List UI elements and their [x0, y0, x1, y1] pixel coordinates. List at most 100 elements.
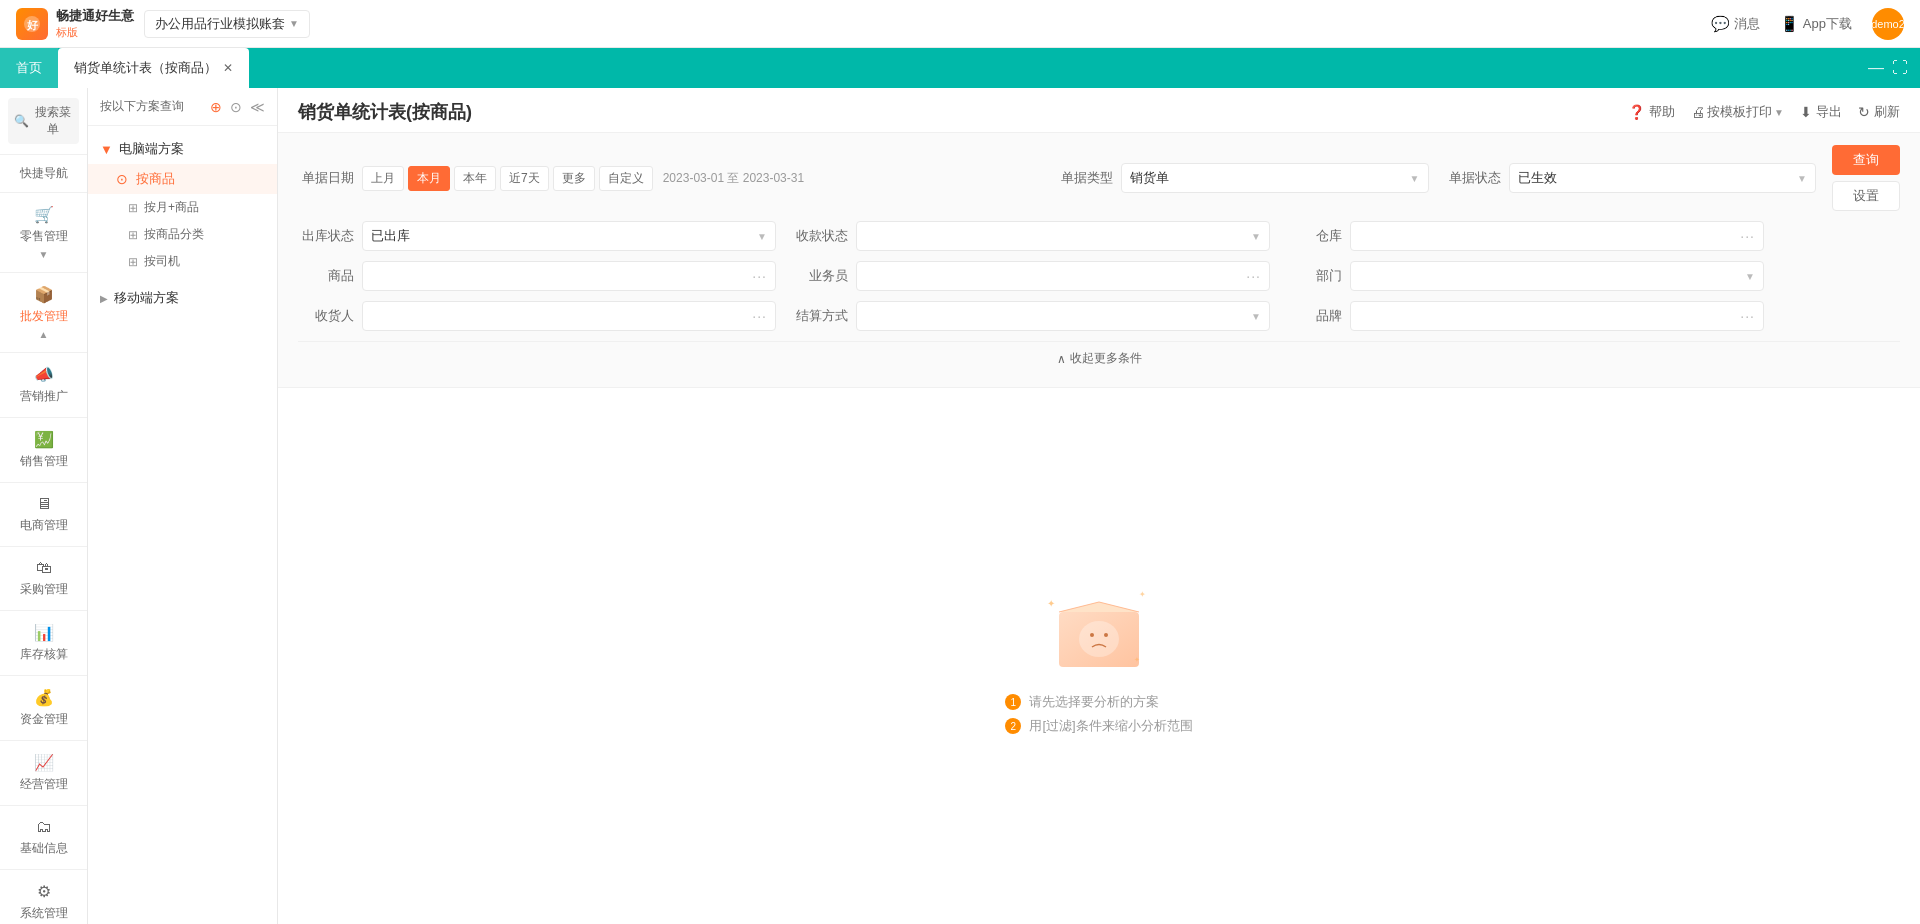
mobile-icon: 📱: [1780, 15, 1799, 33]
date-label: 单据日期: [298, 169, 354, 187]
doc-status-label: 单据状态: [1445, 169, 1501, 187]
marketing-icon: 📣: [34, 365, 54, 384]
btn-this-month[interactable]: 本月: [408, 166, 450, 191]
doc-type-input[interactable]: 销货单 ▼: [1121, 163, 1429, 193]
settlement-label: 结算方式: [792, 307, 848, 325]
maximize-icon[interactable]: ⛶: [1892, 59, 1908, 77]
svg-text:✦: ✦: [1139, 590, 1146, 599]
sidebar-item-system[interactable]: ⚙ 系统管理: [0, 870, 87, 924]
main-content: 销货单统计表(按商品) ❓ 帮助 🖨 按模板打印 ▼ ⬇ 导出: [278, 88, 1920, 924]
search-icon: 🔍: [14, 114, 29, 128]
dept-input[interactable]: ▼: [1350, 261, 1764, 291]
app-download-action[interactable]: 📱 App下载: [1780, 15, 1852, 33]
filter-panel: 按以下方案查询 ⊕ ⊙ ≪ ▼ 电脑端方案 ⊙ 按商品 ⊞ 按月+: [88, 88, 278, 924]
salesperson-input[interactable]: ···: [856, 261, 1270, 291]
sidebar-search: 🔍 搜索菜单: [0, 88, 87, 155]
filter-panel-actions: ⊕ ⊙ ≪: [210, 99, 265, 115]
message-action[interactable]: 💬 消息: [1711, 15, 1760, 33]
sidebar-item-finance[interactable]: 💰 资金管理: [0, 676, 87, 741]
tab-bar: 首页 销货单统计表（按商品） ✕ — ⛶: [0, 48, 1920, 88]
empty-steps: 1 请先选择要分析的方案 2 用[过滤]条件来缩小分析范围: [1005, 693, 1192, 735]
sidebar-item-inventory[interactable]: 📊 库存核算: [0, 611, 87, 676]
date-quick-buttons: 上月 本月 本年 近7天 更多 自定义: [362, 166, 653, 191]
sidebar-item-basic[interactable]: 🗂 基础信息: [0, 806, 87, 870]
out-status-input[interactable]: 已出库 ▼: [362, 221, 776, 251]
filter-by-month-product[interactable]: ⊞ 按月+商品: [88, 194, 277, 221]
date-range: 2023-03-01 至 2023-03-31: [663, 170, 804, 187]
mobile-section[interactable]: ▶ 移动端方案: [88, 283, 277, 313]
brand-input[interactable]: ···: [1350, 301, 1764, 331]
settings-button[interactable]: 设置: [1832, 181, 1900, 211]
salesperson-field: 业务员 ···: [792, 261, 1270, 291]
doc-status-dropdown-icon: ▼: [1797, 173, 1807, 184]
btn-custom[interactable]: 自定义: [599, 166, 653, 191]
filter-by-category[interactable]: ⊞ 按商品分类: [88, 221, 277, 248]
close-tab-icon[interactable]: ✕: [223, 61, 233, 75]
btn-more[interactable]: 更多: [553, 166, 595, 191]
sidebar-shortcut[interactable]: 快捷导航: [0, 155, 87, 193]
dept-field: 部门 ▼: [1286, 261, 1764, 291]
step-2-num: 2: [1005, 718, 1021, 734]
warehouse-input[interactable]: ···: [1350, 221, 1764, 251]
dept-dropdown-icon: ▼: [1745, 271, 1755, 282]
user-avatar[interactable]: demo2: [1872, 8, 1904, 40]
message-icon: 💬: [1711, 15, 1730, 33]
recipient-input[interactable]: ···: [362, 301, 776, 331]
receipt-status-input[interactable]: ▼: [856, 221, 1270, 251]
ecommerce-icon: 🖥: [36, 495, 52, 513]
settings-scheme-icon[interactable]: ⊙: [230, 99, 242, 115]
tab-bar-actions: — ⛶: [1868, 59, 1920, 77]
filter-form: 单据日期 上月 本月 本年 近7天 更多 自定义 2023-03-01 至 20…: [278, 133, 1920, 388]
btn-last-7-days[interactable]: 近7天: [500, 166, 549, 191]
sidebar-item-operations[interactable]: 📈 经营管理: [0, 741, 87, 806]
grid-icon: ⊞: [128, 255, 138, 269]
sidebar-item-sales[interactable]: 💹 销售管理: [0, 418, 87, 483]
svg-text:✦: ✦: [1134, 656, 1140, 663]
product-input[interactable]: ···: [362, 261, 776, 291]
sidebar-item-ecommerce[interactable]: 🖥 电商管理: [0, 483, 87, 547]
empty-step-1: 1 请先选择要分析的方案: [1005, 693, 1192, 711]
active-item-icon: ⊙: [116, 171, 128, 187]
workspace-selector[interactable]: 办公用品行业模拟账套 ▼: [144, 10, 310, 38]
minimize-icon[interactable]: —: [1868, 59, 1884, 77]
add-scheme-icon[interactable]: ⊕: [210, 99, 222, 115]
empty-step-2: 2 用[过滤]条件来缩小分析范围: [1005, 717, 1192, 735]
doc-status-input[interactable]: 已生效 ▼: [1509, 163, 1817, 193]
doc-type-dropdown-icon: ▼: [1410, 173, 1420, 184]
tab-home[interactable]: 首页: [0, 48, 58, 88]
export-button[interactable]: ⬇ 导出: [1800, 103, 1842, 121]
refresh-button[interactable]: ↻ 刷新: [1858, 103, 1900, 121]
product-label: 商品: [298, 267, 354, 285]
sidebar-item-marketing[interactable]: 📣 营销推广: [0, 353, 87, 418]
logo-icon: 好: [16, 8, 48, 40]
print-button[interactable]: 🖨 按模板打印 ▼: [1691, 103, 1784, 121]
filter-by-printer[interactable]: ⊞ 按司机: [88, 248, 277, 275]
collapse-more-bar[interactable]: ∧ 收起更多条件: [298, 341, 1900, 375]
filter-by-product[interactable]: ⊙ 按商品: [88, 164, 277, 194]
settlement-input[interactable]: ▼: [856, 301, 1270, 331]
out-status-label: 出库状态: [298, 227, 354, 245]
sidebar-item-wholesale[interactable]: 📦 批发管理 ▲: [0, 273, 87, 353]
btn-last-month[interactable]: 上月: [362, 166, 404, 191]
receipt-status-dropdown-icon: ▼: [1251, 231, 1261, 242]
brand-field: 品牌 ···: [1286, 301, 1764, 331]
grid-icon: ⊞: [128, 228, 138, 242]
collapse-panel-icon[interactable]: ≪: [250, 99, 265, 115]
search-menu-button[interactable]: 🔍 搜索菜单: [8, 98, 79, 144]
page-title: 销货单统计表(按商品): [298, 100, 472, 124]
sidebar-item-retail[interactable]: 🛒 零售管理 ▼: [0, 193, 87, 273]
btn-this-year[interactable]: 本年: [454, 166, 496, 191]
filter-row-2: 出库状态 已出库 ▼ 收款状态 ▼ 仓库: [298, 221, 1900, 251]
tab-report[interactable]: 销货单统计表（按商品） ✕: [58, 48, 249, 88]
dept-label: 部门: [1286, 267, 1342, 285]
pc-section-header[interactable]: ▼ 电脑端方案: [88, 134, 277, 164]
help-button[interactable]: ❓ 帮助: [1628, 103, 1675, 121]
sidebar-item-purchase[interactable]: 🛍 采购管理: [0, 547, 87, 611]
query-button[interactable]: 查询: [1832, 145, 1900, 175]
recipient-field: 收货人 ···: [298, 301, 776, 331]
doc-type-label: 单据类型: [1057, 169, 1113, 187]
pc-section: ▼ 电脑端方案 ⊙ 按商品 ⊞ 按月+商品 ⊞ 按商品分类 ⊞ 按司机: [88, 126, 277, 283]
svg-point-5: [1104, 633, 1108, 637]
print-icon: 🖨: [1691, 104, 1705, 120]
main-layout: 🔍 搜索菜单 快捷导航 🛒 零售管理 ▼ 📦 批发管理 ▲ 📣 营销推广 💹 销…: [0, 88, 1920, 924]
